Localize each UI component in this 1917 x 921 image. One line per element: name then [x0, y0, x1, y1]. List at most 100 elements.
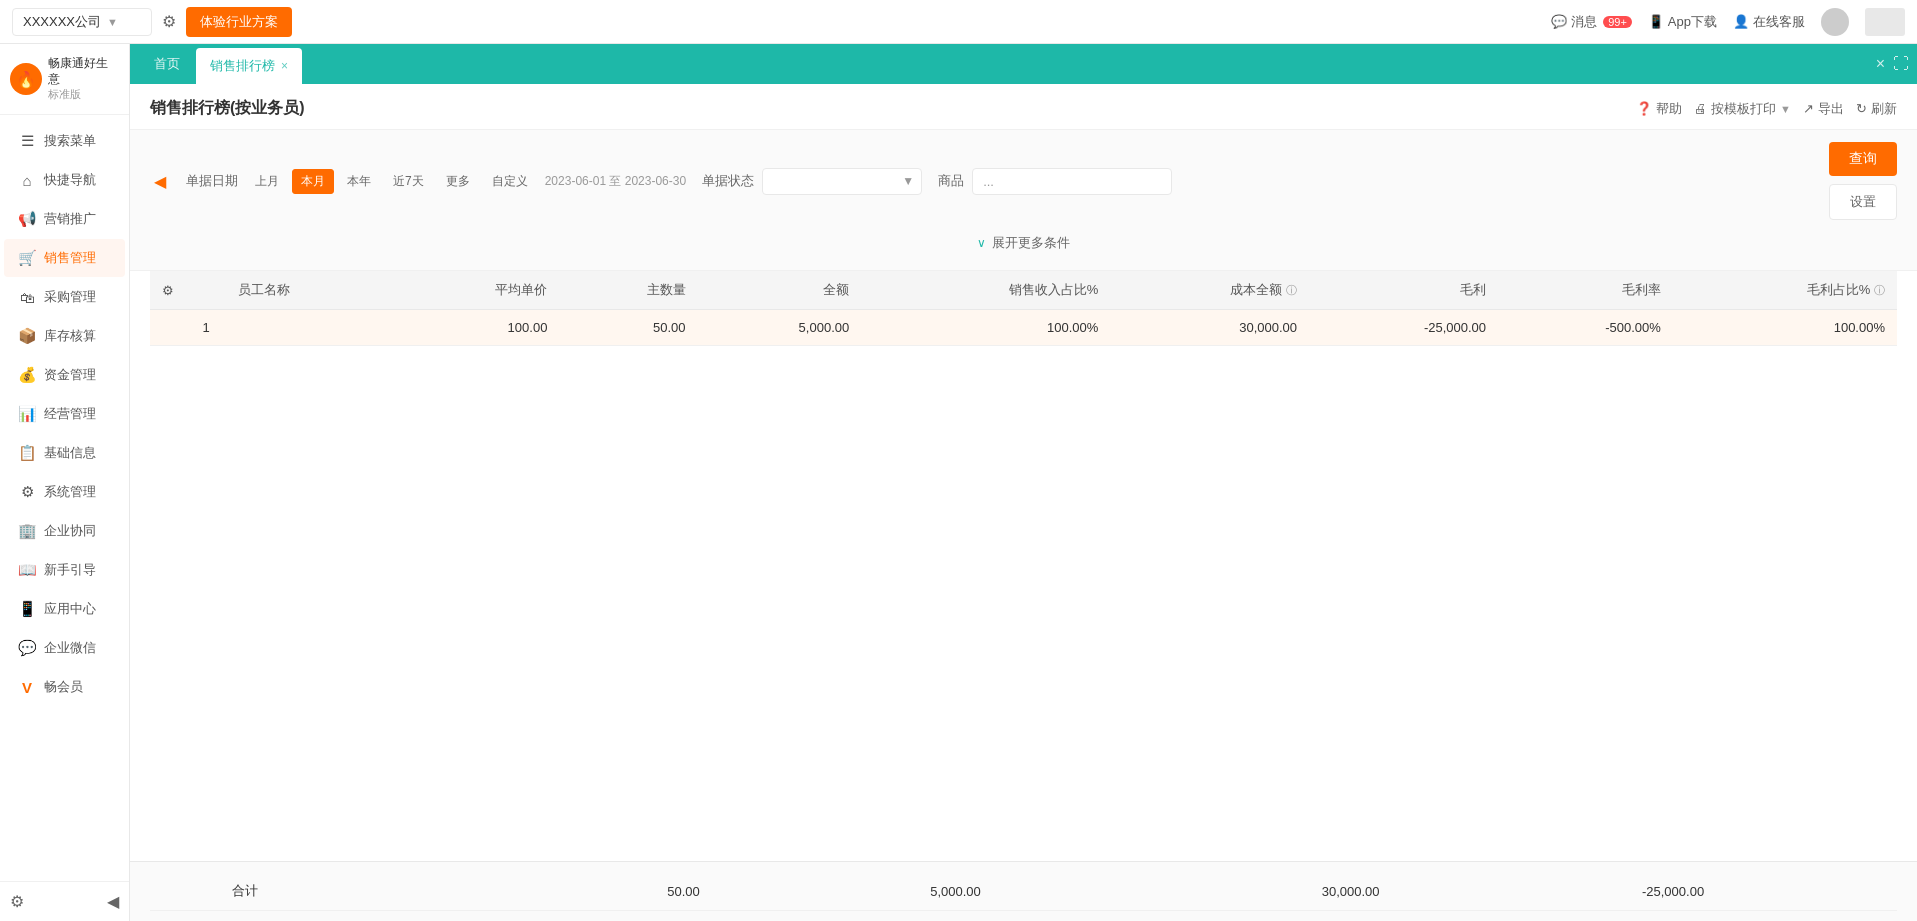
- row-gross: -25,000.00: [1309, 310, 1498, 346]
- row-gross-pct: 100.00%: [1673, 310, 1897, 346]
- export-button[interactable]: ↗ 导出: [1803, 100, 1844, 118]
- sidebar-item-finance[interactable]: 💰 资金管理: [4, 356, 125, 394]
- date-tab-prev-month[interactable]: 上月: [246, 169, 288, 194]
- tab-bar-right: × ⛶: [1876, 55, 1909, 73]
- expand-label: 展开更多条件: [992, 234, 1070, 252]
- sidebar-collapse-icon[interactable]: ◀: [107, 892, 119, 911]
- sales-icon: 🛒: [18, 249, 36, 267]
- status-select[interactable]: [762, 168, 922, 195]
- online-support-button[interactable]: 👤 在线客服: [1733, 13, 1805, 31]
- operation-icon: 📊: [18, 405, 36, 423]
- table-settings-icon[interactable]: ⚙: [162, 283, 174, 298]
- filter-actions: 查询 设置: [1829, 142, 1897, 220]
- message-button[interactable]: 💬 消息 99+: [1551, 13, 1632, 31]
- sidebar-item-purchase[interactable]: 🛍 采购管理: [4, 278, 125, 316]
- message-label: 消息: [1571, 13, 1597, 31]
- tab-close-window-icon[interactable]: ×: [1876, 55, 1885, 73]
- sidebar-item-marketing[interactable]: 📢 营销推广: [4, 200, 125, 238]
- top-bar: XXXXXX公司 ▼ ⚙ 体验行业方案 💬 消息 99+ 📱 App下载 👤 在…: [0, 0, 1917, 44]
- sidebar-item-enterprise[interactable]: 🏢 企业协同: [4, 512, 125, 550]
- sidebar-item-inventory[interactable]: 📦 库存核算: [4, 317, 125, 355]
- avatar-placeholder[interactable]: [1865, 8, 1905, 36]
- sidebar-item-label: 企业微信: [44, 639, 96, 657]
- refresh-icon: ↻: [1856, 101, 1867, 116]
- sidebar-item-label: 经营管理: [44, 405, 96, 423]
- col-settings-header[interactable]: ⚙: [150, 271, 186, 310]
- footer-label: 合计: [220, 872, 408, 911]
- company-selector[interactable]: XXXXXX公司 ▼: [12, 8, 152, 36]
- tab-maximize-icon[interactable]: ⛶: [1893, 55, 1909, 73]
- sidebar-item-label: 搜索菜单: [44, 132, 96, 150]
- help-button[interactable]: ❓ 帮助: [1636, 100, 1682, 118]
- date-tabs: 上月 本月 本年 近7天 更多 自定义: [246, 169, 537, 194]
- footer-table: 合计 50.00 5,000.00 30,000.00 -25,000.00: [150, 872, 1897, 911]
- footer-body: 合计 50.00 5,000.00 30,000.00 -25,000.00: [150, 872, 1897, 911]
- filter-settings-button[interactable]: 设置: [1829, 184, 1897, 220]
- app-download-button[interactable]: 📱 App下载: [1648, 13, 1717, 31]
- date-tab-7days[interactable]: 近7天: [384, 169, 433, 194]
- gross-pct-info-icon[interactable]: ⓘ: [1874, 284, 1885, 296]
- footer-main-qty: 50.00: [499, 872, 712, 911]
- print-dropdown-icon: ▼: [1780, 103, 1791, 115]
- sidebar-item-basic[interactable]: 📋 基础信息: [4, 434, 125, 472]
- sidebar-item-wechat[interactable]: 💬 企业微信: [4, 629, 125, 667]
- logo-name: 畅康通好生意: [48, 56, 119, 87]
- settings-icon[interactable]: ⚙: [162, 12, 176, 31]
- main-area: 🔥 畅康通好生意 标准版 ☰ 搜索菜单 ⌂ 快捷导航 📢 营销推: [0, 44, 1917, 921]
- expand-more-btn[interactable]: ∨ 展开更多条件: [150, 228, 1897, 258]
- sidebar-item-label: 快捷导航: [44, 171, 96, 189]
- sidebar-item-search[interactable]: ☰ 搜索菜单: [4, 122, 125, 160]
- home-icon: ⌂: [18, 172, 36, 189]
- try-industry-button[interactable]: 体验行业方案: [186, 7, 292, 37]
- search-menu-icon: ☰: [18, 132, 36, 150]
- col-cost-header: 成本全额 ⓘ: [1110, 271, 1309, 310]
- tab-home[interactable]: 首页: [138, 44, 196, 84]
- data-table: ⚙ 员工名称 平均单价 主数量 全额 销售收入占比% 成本全额: [150, 271, 1897, 346]
- app-label: App下载: [1668, 13, 1717, 31]
- tab-close-icon[interactable]: ×: [281, 59, 288, 73]
- sidebar-item-system[interactable]: ⚙ 系统管理: [4, 473, 125, 511]
- goods-input[interactable]: ...: [972, 168, 1172, 195]
- sidebar-item-operation[interactable]: 📊 经营管理: [4, 395, 125, 433]
- sidebar-bottom: ⚙ ◀: [0, 881, 129, 921]
- sidebar-item-member[interactable]: V 畅会员: [4, 668, 125, 706]
- avatar[interactable]: [1821, 8, 1849, 36]
- sidebar-item-apps[interactable]: 📱 应用中心: [4, 590, 125, 628]
- page-content: 销售排行榜(按业务员) ❓ 帮助 🖨 按模板打印 ▼ ↗: [130, 84, 1917, 921]
- date-tab-this-month[interactable]: 本月: [292, 169, 334, 194]
- print-icon: 🖨: [1694, 101, 1707, 116]
- sidebar-item-quick-nav[interactable]: ⌂ 快捷导航: [4, 161, 125, 199]
- date-tab-custom[interactable]: 自定义: [483, 169, 537, 194]
- tab-bar: 首页 销售排行榜 × × ⛶: [130, 44, 1917, 84]
- page-header-actions: ❓ 帮助 🖨 按模板打印 ▼ ↗ 导出 ↻: [1636, 100, 1897, 118]
- query-button[interactable]: 查询: [1829, 142, 1897, 176]
- help-label: 帮助: [1656, 100, 1682, 118]
- company-name: XXXXXX公司: [23, 13, 101, 31]
- footer-rank-cell: [180, 872, 220, 911]
- refresh-button[interactable]: ↻ 刷新: [1856, 100, 1897, 118]
- col-sales-pct-header: 销售收入占比%: [861, 271, 1110, 310]
- filter-row: ◀ 单据日期 上月 本月 本年 近7天 更多 自定义: [150, 142, 1897, 220]
- sidebar-item-label: 系统管理: [44, 483, 96, 501]
- date-tab-this-year[interactable]: 本年: [338, 169, 380, 194]
- cost-info-icon[interactable]: ⓘ: [1286, 284, 1297, 296]
- export-icon: ↗: [1803, 101, 1814, 116]
- tab-sales-ranking[interactable]: 销售排行榜 ×: [196, 48, 302, 84]
- sidebar-settings-icon[interactable]: ⚙: [10, 892, 24, 911]
- row-rank: 1: [186, 310, 226, 346]
- table-footer: 合计 50.00 5,000.00 30,000.00 -25,000.00: [130, 861, 1917, 921]
- print-button[interactable]: 🖨 按模板打印 ▼: [1694, 100, 1791, 118]
- tab-label: 销售排行榜: [210, 57, 275, 75]
- sidebar-item-guide[interactable]: 📖 新手引导: [4, 551, 125, 589]
- filter-collapse-btn[interactable]: ◀: [150, 172, 170, 191]
- print-label: 按模板打印: [1711, 100, 1776, 118]
- sidebar-item-label: 畅会员: [44, 678, 83, 696]
- content-area: 首页 销售排行榜 × × ⛶ 销售排行榜(按业务员) ❓: [130, 44, 1917, 921]
- date-tab-more[interactable]: 更多: [437, 169, 479, 194]
- page-header: 销售排行榜(按业务员) ❓ 帮助 🖨 按模板打印 ▼ ↗: [130, 84, 1917, 130]
- footer-gross: -25,000.00: [1392, 872, 1717, 911]
- footer-total: 5,000.00: [712, 872, 993, 911]
- table-wrapper: ⚙ 员工名称 平均单价 主数量 全额 销售收入占比% 成本全额: [130, 271, 1917, 921]
- sidebar-item-sales[interactable]: 🛒 销售管理: [4, 239, 125, 277]
- col-avg-price-header: 平均单价: [393, 271, 560, 310]
